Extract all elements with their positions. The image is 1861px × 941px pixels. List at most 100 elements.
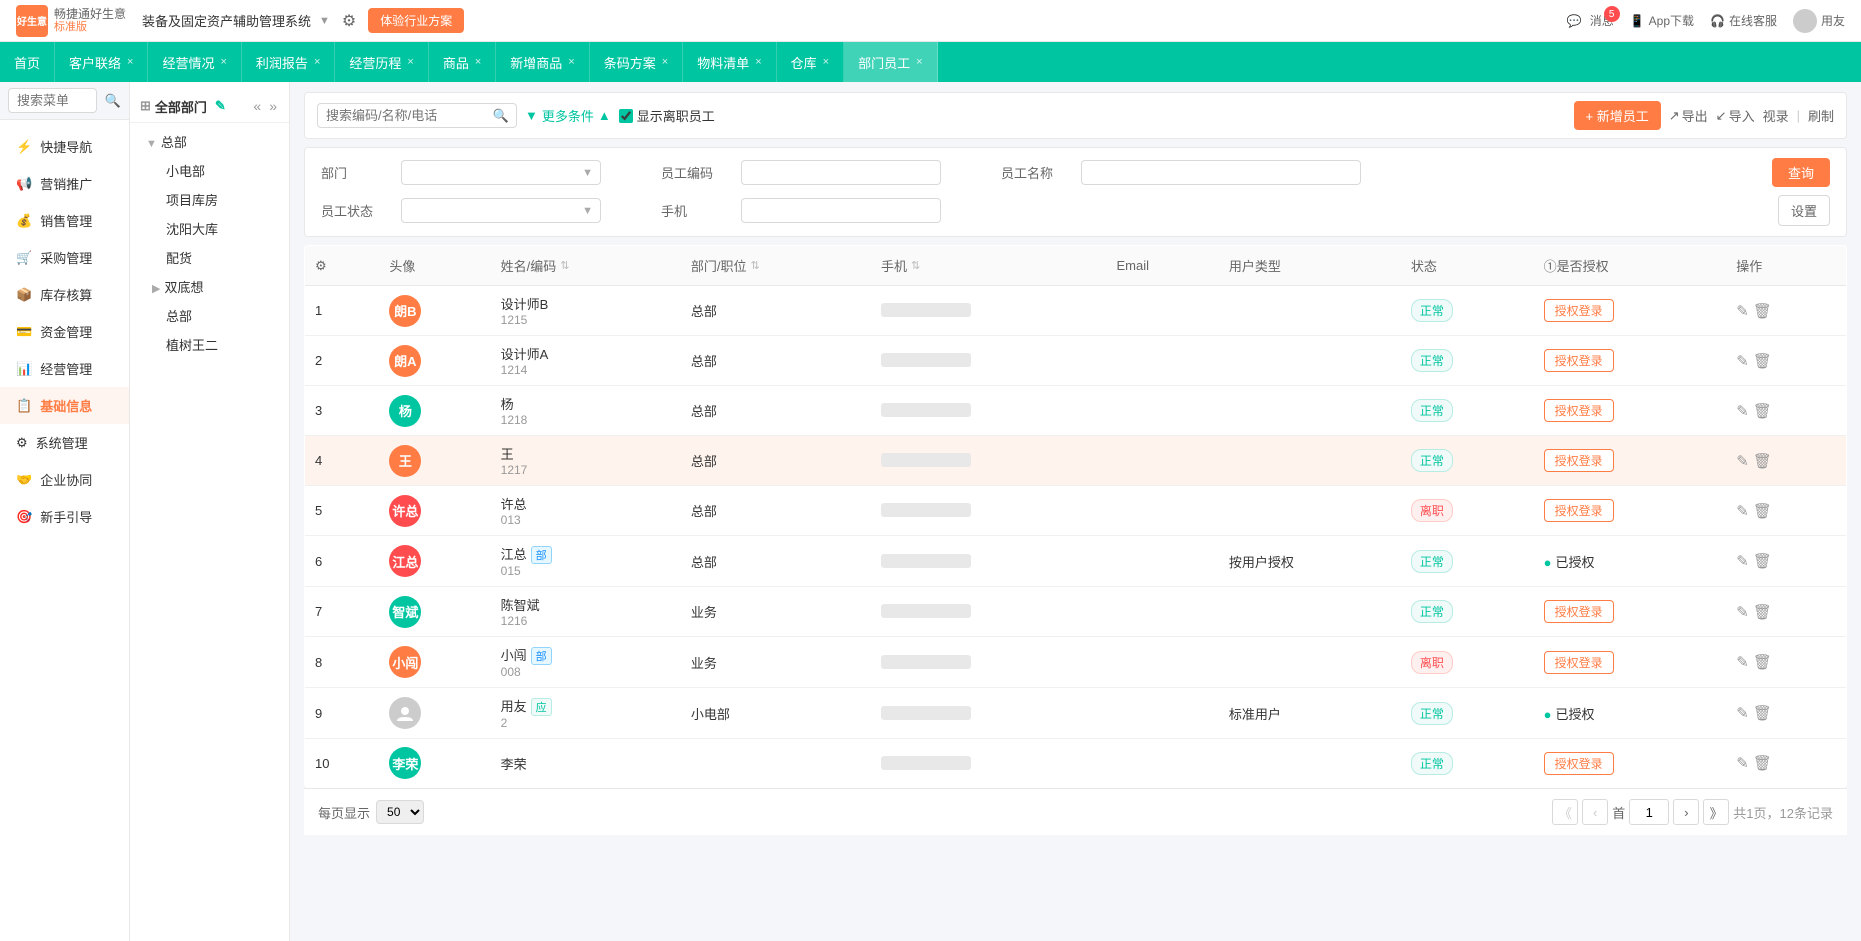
nav-item-首页[interactable]: 首页 [0,42,55,82]
first-page-button[interactable]: 《 [1552,799,1578,825]
employee-search-input[interactable] [317,103,517,128]
sidebar-item-系统管理[interactable]: ⚙系统管理 [0,424,129,461]
nav-close-icon[interactable]: × [127,56,133,68]
delete-button[interactable]: 🗑 [1753,552,1772,570]
dept-node-小电部[interactable]: 小电部 [130,156,289,185]
edit-button[interactable]: ✎ [1736,502,1749,520]
delete-button[interactable]: 🗑 [1753,302,1772,320]
authorize-login-button[interactable]: 授权登录 [1544,499,1614,522]
dept-node-植树王二[interactable]: 植树王二 [130,330,289,359]
employee-name[interactable]: 小闯 [501,648,527,663]
sidebar-item-快捷导航[interactable]: ⚡快捷导航 [0,128,129,165]
nav-close-icon[interactable]: × [916,56,922,68]
next-page-button[interactable]: › [1673,799,1699,825]
per-page-select[interactable]: 50 [376,800,424,824]
sidebar-item-库存核算[interactable]: 📦库存核算 [0,276,129,313]
employee-name[interactable]: 陈智斌 [501,598,540,613]
nav-item-利润报告[interactable]: 利润报告× [242,42,335,82]
title-arrow-icon[interactable]: ▼ [319,15,330,27]
nav-close-icon[interactable]: × [823,56,829,68]
authorize-login-button[interactable]: 授权登录 [1544,399,1614,422]
nav-item-新增商品[interactable]: 新增商品× [496,42,589,82]
edit-button[interactable]: ✎ [1736,603,1749,621]
reset-button[interactable]: 设置 [1778,195,1830,226]
message-icon-btn[interactable]: 💬 5 消息 [1567,12,1614,29]
authorize-login-button[interactable]: 授权登录 [1544,752,1614,775]
nav-item-物料清单[interactable]: 物料清单× [683,42,776,82]
nav-item-部门员工[interactable]: 部门员工× [844,42,937,82]
sidebar-item-新手引导[interactable]: 🎯新手引导 [0,498,129,535]
employee-name[interactable]: 设计师B [501,297,549,312]
delete-button[interactable]: 🗑 [1753,402,1772,420]
edit-button[interactable]: ✎ [1736,452,1749,470]
delete-button[interactable]: 🗑 [1753,352,1772,370]
prev-page-button[interactable]: ‹ [1582,799,1608,825]
delete-button[interactable]: 🗑 [1753,653,1772,671]
dept-select[interactable] [401,160,601,185]
employee-name-input[interactable] [1081,160,1361,185]
delete-button[interactable]: 🗑 [1753,754,1772,772]
sidebar-item-基础信息[interactable]: 📋基础信息 [0,387,129,424]
delete-button[interactable]: 🗑 [1753,452,1772,470]
authorize-login-button[interactable]: 授权登录 [1544,600,1614,623]
nav-item-仓库[interactable]: 仓库× [777,42,844,82]
delete-button[interactable]: 🗑 [1753,502,1772,520]
dept-node-总部[interactable]: 总部 [130,301,289,330]
authorize-login-button[interactable]: 授权登录 [1544,299,1614,322]
nav-item-商品[interactable]: 商品× [429,42,496,82]
page-number-input[interactable] [1629,799,1669,825]
edit-button[interactable]: ✎ [1736,302,1749,320]
employee-name[interactable]: 李荣 [501,757,527,772]
th-phone[interactable]: 手机⇅ [871,246,1106,286]
nav-item-经营情况[interactable]: 经营情况× [148,42,241,82]
employee-name[interactable]: 用友 [501,699,527,714]
user-menu-btn[interactable]: 用友 [1793,9,1845,33]
nav-item-客户联络[interactable]: 客户联络× [55,42,148,82]
dept-node-项目库房[interactable]: 项目库房 [130,185,289,214]
delete-button[interactable]: 🗑 [1753,704,1772,722]
export-button[interactable]: ↗ 导出 [1669,106,1708,125]
employee-code-input[interactable] [741,160,941,185]
view-button[interactable]: 视录 [1763,106,1789,125]
employee-name[interactable]: 王 [501,447,514,462]
sidebar-item-企业协同[interactable]: 🤝企业协同 [0,461,129,498]
authorize-login-button[interactable]: 授权登录 [1544,651,1614,674]
edit-button[interactable]: ✎ [1736,552,1749,570]
app-download-btn[interactable]: 📱 App下载 [1630,12,1694,29]
authorize-login-button[interactable]: 授权登录 [1544,449,1614,472]
query-button[interactable]: 查询 [1772,158,1830,187]
settings-gear-button[interactable]: ⚙ [338,7,360,35]
dept-node-双底想[interactable]: ▶双底想 [130,272,289,301]
online-service-btn[interactable]: 🎧 在线客服 [1710,12,1777,29]
sidebar-item-采购管理[interactable]: 🛒采购管理 [0,239,129,276]
nav-close-icon[interactable]: × [568,56,574,68]
sidebar-item-资金管理[interactable]: 💳资金管理 [0,313,129,350]
nav-close-icon[interactable]: × [662,56,668,68]
last-page-button[interactable]: 》 [1703,799,1729,825]
employee-name[interactable]: 杨 [501,397,514,412]
delete-button[interactable]: 🗑 [1753,603,1772,621]
sidebar-item-营销推广[interactable]: 📢营销推广 [0,165,129,202]
phone-filter-input[interactable] [741,198,941,223]
show-resigned-checkbox[interactable] [619,109,633,123]
edit-button[interactable]: ✎ [1736,754,1749,772]
dept-node-配货[interactable]: 配货 [130,243,289,272]
nav-item-经营历程[interactable]: 经营历程× [335,42,428,82]
edit-button[interactable]: ✎ [1736,704,1749,722]
more-filter-button[interactable]: ▼ 更多条件 ▲ [525,106,611,125]
th-name[interactable]: 姓名/编码⇅ [491,246,681,286]
print-button[interactable]: 刷制 [1808,106,1834,125]
nav-close-icon[interactable]: × [314,56,320,68]
employee-name[interactable]: 江总 [501,547,527,562]
sidebar-item-销售管理[interactable]: 💰销售管理 [0,202,129,239]
authorize-login-button[interactable]: 授权登录 [1544,349,1614,372]
sidebar-item-经营管理[interactable]: 📊经营管理 [0,350,129,387]
nav-close-icon[interactable]: × [407,56,413,68]
import-button[interactable]: ↙ 导入 [1716,106,1755,125]
dept-edit-icon[interactable]: ✎ [215,98,226,114]
edit-button[interactable]: ✎ [1736,352,1749,370]
experience-btn[interactable]: 体验行业方案 [368,8,464,33]
nav-close-icon[interactable]: × [475,56,481,68]
employee-status-select[interactable] [401,198,601,223]
nav-item-条码方案[interactable]: 条码方案× [590,42,683,82]
